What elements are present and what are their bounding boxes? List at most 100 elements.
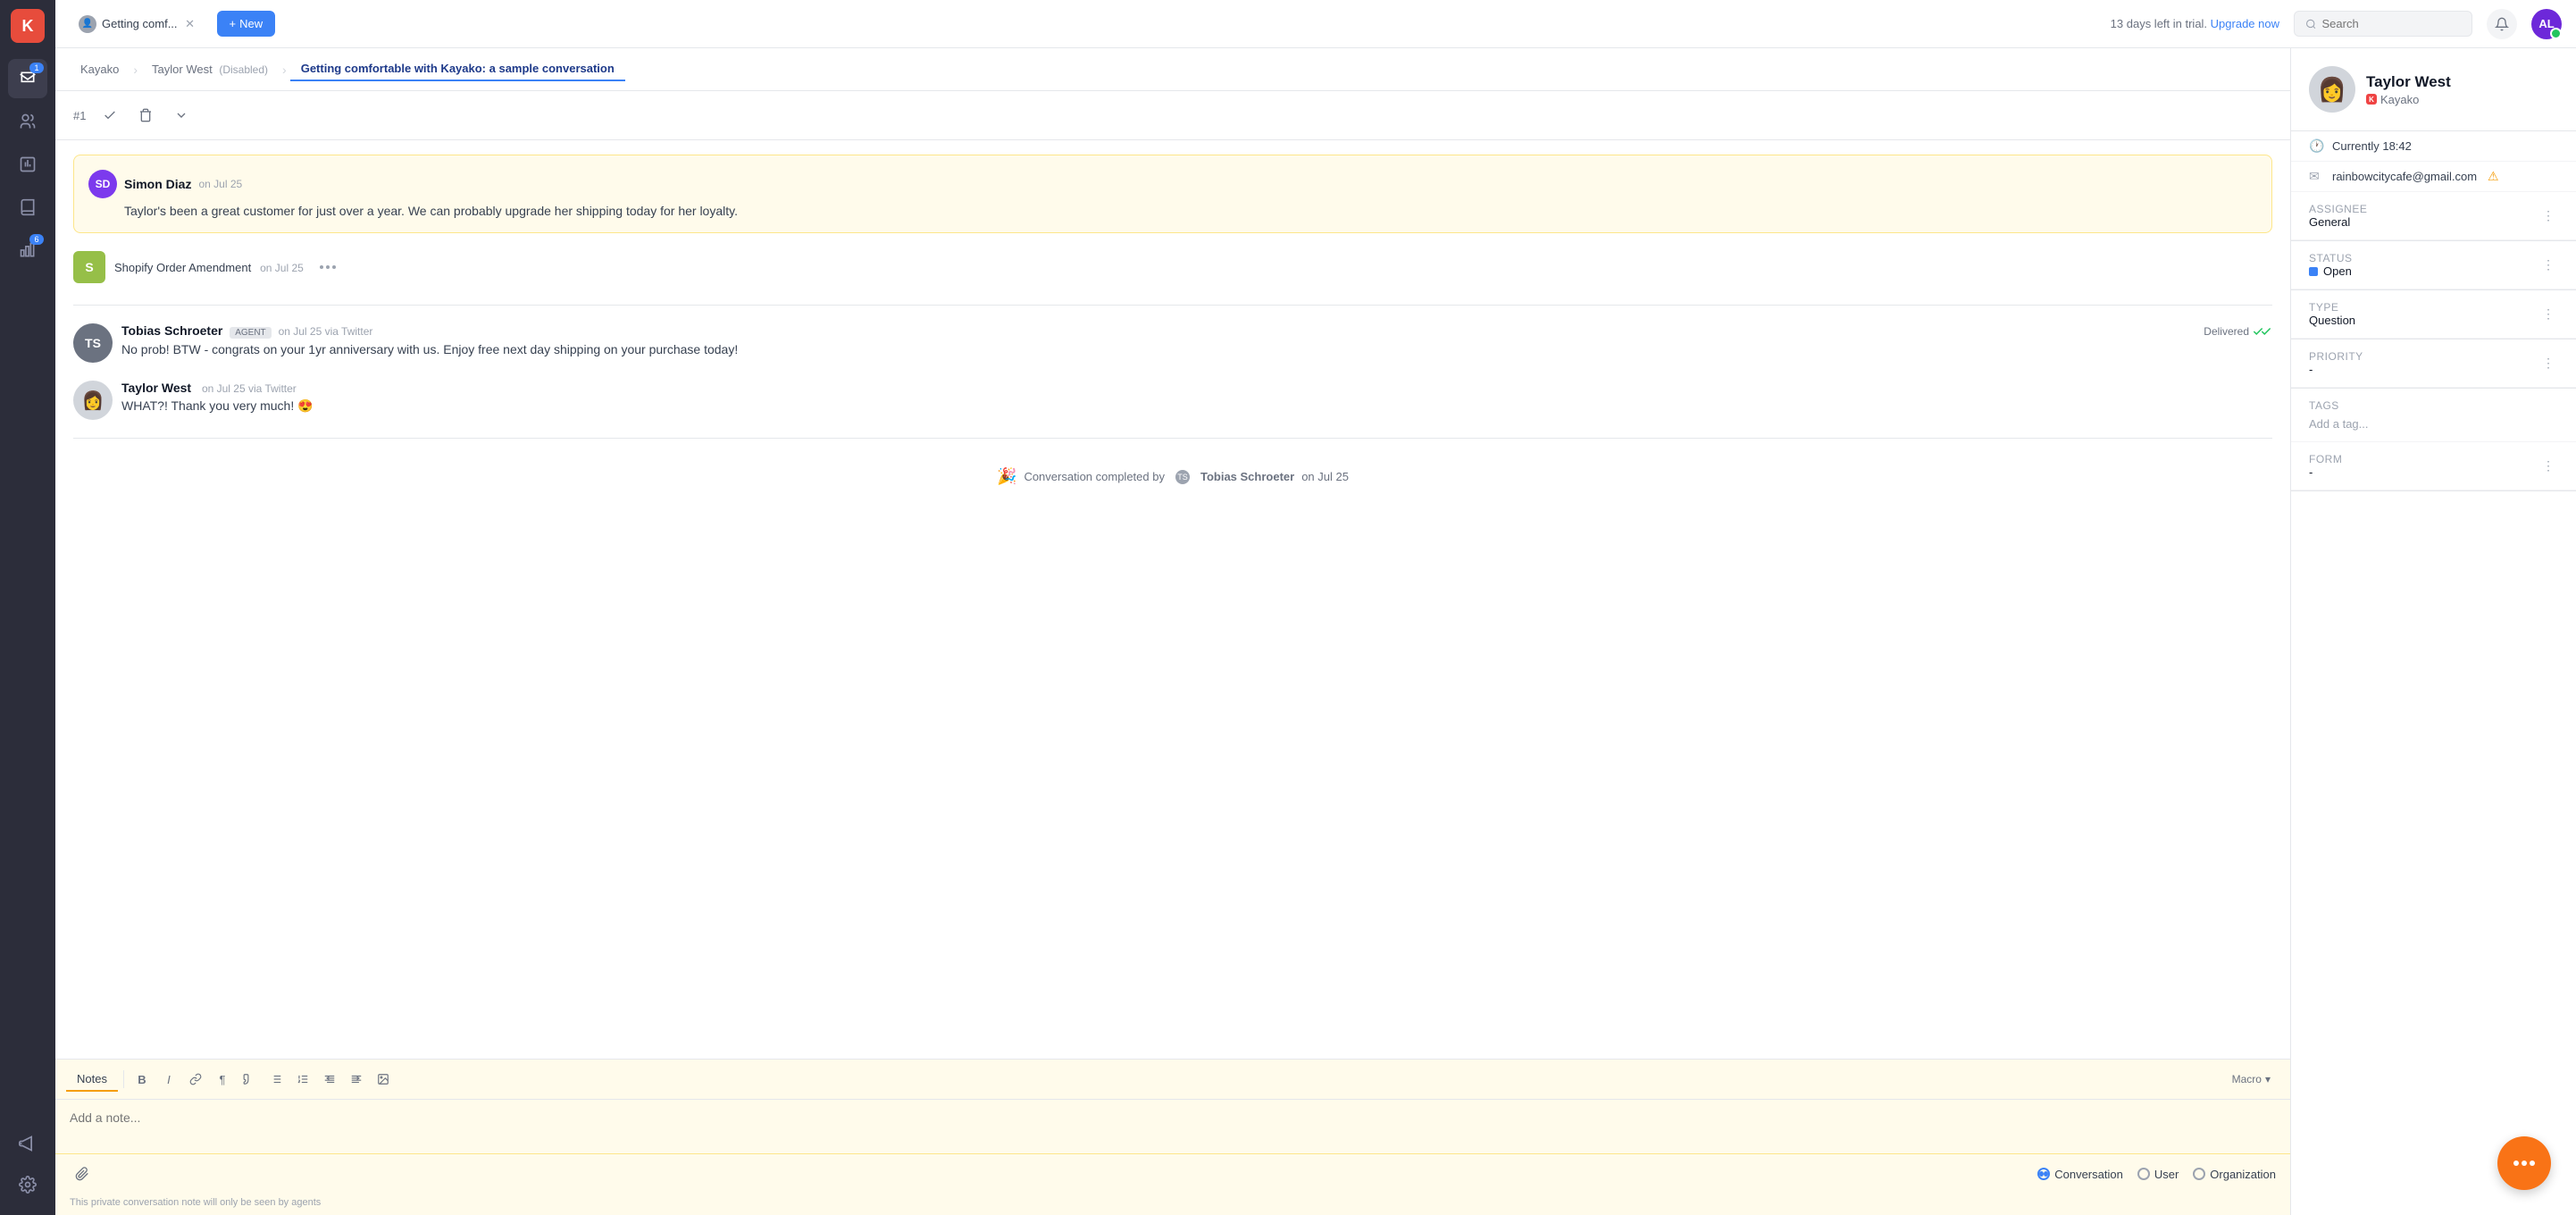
- form-expand-btn[interactable]: ⋮: [2538, 458, 2558, 473]
- delete-button[interactable]: [132, 102, 159, 129]
- conversation-tab[interactable]: 👤 Getting comf... ✕: [70, 10, 206, 38]
- upgrade-link[interactable]: Upgrade now: [2211, 17, 2279, 30]
- new-button[interactable]: + New: [217, 11, 276, 37]
- tobias-name: Tobias Schroeter: [121, 323, 222, 338]
- customer-org: K Kayako: [2366, 93, 2451, 106]
- notes-tab[interactable]: Notes: [66, 1068, 118, 1092]
- radio-conversation[interactable]: Conversation: [2037, 1168, 2123, 1181]
- notes-input-area[interactable]: [55, 1100, 2290, 1153]
- status-value: Open: [2323, 264, 2352, 278]
- indent-button[interactable]: [344, 1067, 369, 1092]
- sidebar-item-book[interactable]: [8, 188, 47, 227]
- status-expand-btn[interactable]: ⋮: [2538, 257, 2558, 272]
- simon-avatar: SD: [88, 170, 117, 198]
- tab-avatar: 👤: [79, 15, 96, 33]
- more-options-button[interactable]: [168, 102, 195, 129]
- search-box[interactable]: [2294, 11, 2472, 37]
- radio-user[interactable]: User: [2137, 1168, 2179, 1181]
- bold-button[interactable]: B: [130, 1067, 155, 1092]
- taylor-avatar: 👩: [73, 381, 113, 420]
- breadcrumb-tabs: Kayako › Taylor West (Disabled) › Gettin…: [55, 48, 2290, 91]
- notes-footer: Conversation User Organization: [55, 1153, 2290, 1194]
- assignee-expand-btn[interactable]: ⋮: [2538, 208, 2558, 223]
- divider-2: [73, 438, 2272, 439]
- resolve-button[interactable]: [96, 102, 123, 129]
- agent-badge: AGENT: [230, 327, 271, 339]
- outdent-button[interactable]: [317, 1067, 342, 1092]
- simon-time: on Jul 25: [198, 178, 242, 190]
- type-section: Type Question ⋮: [2291, 290, 2576, 339]
- form-label: Form: [2309, 453, 2342, 465]
- logo[interactable]: K: [11, 9, 45, 43]
- attach-button[interactable]: [70, 1161, 95, 1186]
- search-icon: [2305, 18, 2317, 30]
- radio-org-circle: [2193, 1168, 2205, 1180]
- type-expand-btn[interactable]: ⋮: [2538, 306, 2558, 322]
- tab-close-btn[interactable]: ✕: [183, 17, 197, 31]
- taylor-name: Taylor West: [121, 381, 191, 395]
- tab-taylor[interactable]: Taylor West (Disabled): [141, 58, 279, 80]
- sidebar-item-leaderboard[interactable]: 6: [8, 230, 47, 270]
- type-label: Type: [2309, 301, 2355, 314]
- main-area: 👤 Getting comf... ✕ + New 13 days left i…: [55, 0, 2576, 1215]
- sidebar-item-settings[interactable]: [8, 1165, 47, 1204]
- right-panel: 👩 Taylor West K Kayako 🕐 Currently 18:42…: [2290, 48, 2576, 1215]
- completed-time: on Jul 25: [1301, 470, 1349, 483]
- radio-user-circle: [2137, 1168, 2150, 1180]
- user-avatar[interactable]: AL: [2531, 9, 2562, 39]
- tobias-text: No prob! BTW - congrats on your 1yr anni…: [121, 342, 2272, 356]
- search-input[interactable]: [2322, 17, 2461, 30]
- image-button[interactable]: [371, 1067, 396, 1092]
- completed-text: Conversation completed by: [1024, 470, 1165, 483]
- customer-info: Taylor West K Kayako: [2366, 73, 2451, 106]
- priority-label: Priority: [2309, 350, 2363, 363]
- status-label-container: Status Open: [2309, 252, 2353, 278]
- sidebar: K 1 6: [0, 0, 55, 1215]
- sidebar-item-megaphone[interactable]: [8, 1124, 47, 1163]
- org-dot: K: [2366, 94, 2377, 105]
- tab-title: Getting comf...: [102, 17, 178, 30]
- taylor-text: WHAT?! Thank you very much! 😍: [121, 398, 2272, 414]
- notes-composer: Notes B I ¶: [55, 1059, 2290, 1215]
- form-row: Form - ⋮: [2291, 442, 2576, 490]
- email-icon: ✉: [2309, 169, 2325, 184]
- tags-add-btn[interactable]: Add a tag...: [2309, 417, 2558, 431]
- tags-row: Tags Add a tag...: [2291, 389, 2576, 442]
- radio-organization[interactable]: Organization: [2193, 1168, 2276, 1181]
- shopify-icon: S: [73, 251, 105, 283]
- priority-expand-btn[interactable]: ⋮: [2538, 356, 2558, 371]
- ordered-list-button[interactable]: [290, 1067, 315, 1092]
- radio-conversation-circle: [2037, 1168, 2050, 1180]
- assignee-row: Assignee General ⋮: [2291, 192, 2576, 240]
- type-row: Type Question ⋮: [2291, 290, 2576, 339]
- quote-button[interactable]: [237, 1067, 262, 1092]
- integration-menu-btn[interactable]: [313, 262, 343, 272]
- clock-icon: 🕐: [2309, 138, 2325, 154]
- tab-kayako[interactable]: Kayako: [70, 58, 130, 80]
- header-actions: [96, 102, 195, 129]
- toolbar-separator: [123, 1070, 124, 1088]
- italic-button[interactable]: I: [156, 1067, 181, 1092]
- macro-button[interactable]: Macro ▾: [2223, 1069, 2279, 1089]
- breadcrumb-sep: ›: [133, 63, 138, 77]
- floating-chat-button[interactable]: [2497, 1136, 2551, 1190]
- sidebar-item-reports[interactable]: [8, 145, 47, 184]
- customer-meta-row: Taylor West on Jul 25 via Twitter: [121, 381, 2272, 395]
- tab-conversation[interactable]: Getting comfortable with Kayako: a sampl…: [290, 57, 625, 81]
- float-dot-1: [2513, 1161, 2519, 1166]
- customer-name: Taylor West: [2366, 73, 2451, 91]
- delivered-status: Delivered: [2204, 325, 2272, 338]
- conversation-panel: Kayako › Taylor West (Disabled) › Gettin…: [55, 48, 2290, 1215]
- assignee-label-container: Assignee General: [2309, 203, 2367, 229]
- form-label-container: Form -: [2309, 453, 2342, 479]
- notes-input[interactable]: [70, 1110, 2276, 1125]
- notifications-button[interactable]: [2487, 9, 2517, 39]
- unordered-list-button[interactable]: [263, 1067, 289, 1092]
- paragraph-button[interactable]: ¶: [210, 1067, 235, 1092]
- simon-name: Simon Diaz: [124, 177, 191, 191]
- sidebar-item-inbox[interactable]: 1: [8, 59, 47, 98]
- sidebar-item-contacts[interactable]: [8, 102, 47, 141]
- breadcrumb-sep2: ›: [282, 63, 287, 77]
- type-label-container: Type Question: [2309, 301, 2355, 327]
- link-button[interactable]: [183, 1067, 208, 1092]
